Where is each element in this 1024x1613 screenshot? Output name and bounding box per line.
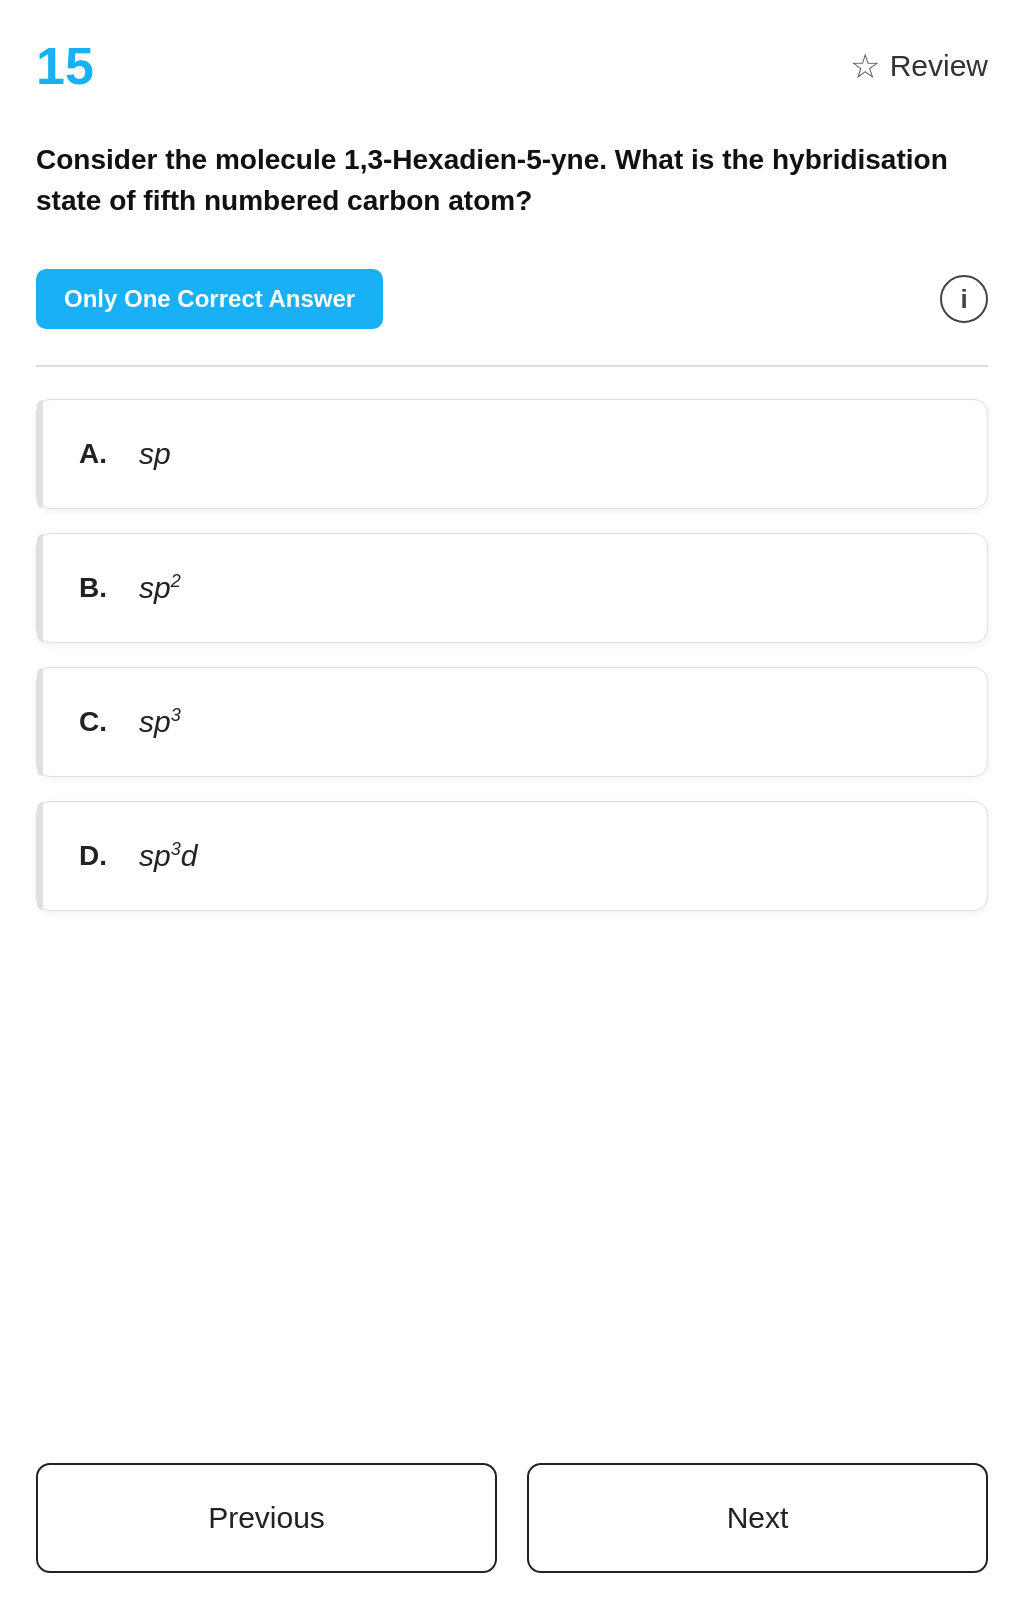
badge-row: Only One Correct Answer i: [36, 269, 988, 329]
option-d-text: sp3d: [139, 839, 197, 873]
info-symbol: i: [960, 284, 967, 315]
option-b-text: sp2: [139, 571, 181, 605]
option-a-label: A.: [79, 438, 139, 470]
option-a-bar: [37, 400, 43, 508]
option-d[interactable]: D. sp3d: [36, 801, 988, 911]
question-text: Consider the molecule 1,3-Hexadien-5-yne…: [36, 140, 988, 221]
option-a[interactable]: A. sp: [36, 399, 988, 509]
review-label: Review: [890, 49, 988, 83]
star-icon: ☆: [850, 46, 880, 86]
header: 15 ☆ Review: [36, 40, 988, 92]
info-icon-button[interactable]: i: [940, 275, 988, 323]
question-number: 15: [36, 40, 94, 92]
answer-type-badge: Only One Correct Answer: [36, 269, 383, 329]
options-container: A. sp B. sp2 C. sp3 D. sp3d: [36, 399, 988, 1411]
option-d-label: D.: [79, 840, 139, 872]
page-container: 15 ☆ Review Consider the molecule 1,3-He…: [0, 0, 1024, 1613]
option-c-label: C.: [79, 706, 139, 738]
previous-button[interactable]: Previous: [36, 1463, 497, 1573]
option-b-bar: [37, 534, 43, 642]
divider: [36, 365, 988, 367]
option-c-bar: [37, 668, 43, 776]
option-b-label: B.: [79, 572, 139, 604]
review-button[interactable]: ☆ Review: [850, 46, 988, 86]
option-c-text: sp3: [139, 705, 181, 739]
nav-buttons: Previous Next: [36, 1463, 988, 1573]
next-button[interactable]: Next: [527, 1463, 988, 1573]
option-d-bar: [37, 802, 43, 910]
option-b[interactable]: B. sp2: [36, 533, 988, 643]
option-c[interactable]: C. sp3: [36, 667, 988, 777]
option-a-text: sp: [139, 437, 171, 471]
